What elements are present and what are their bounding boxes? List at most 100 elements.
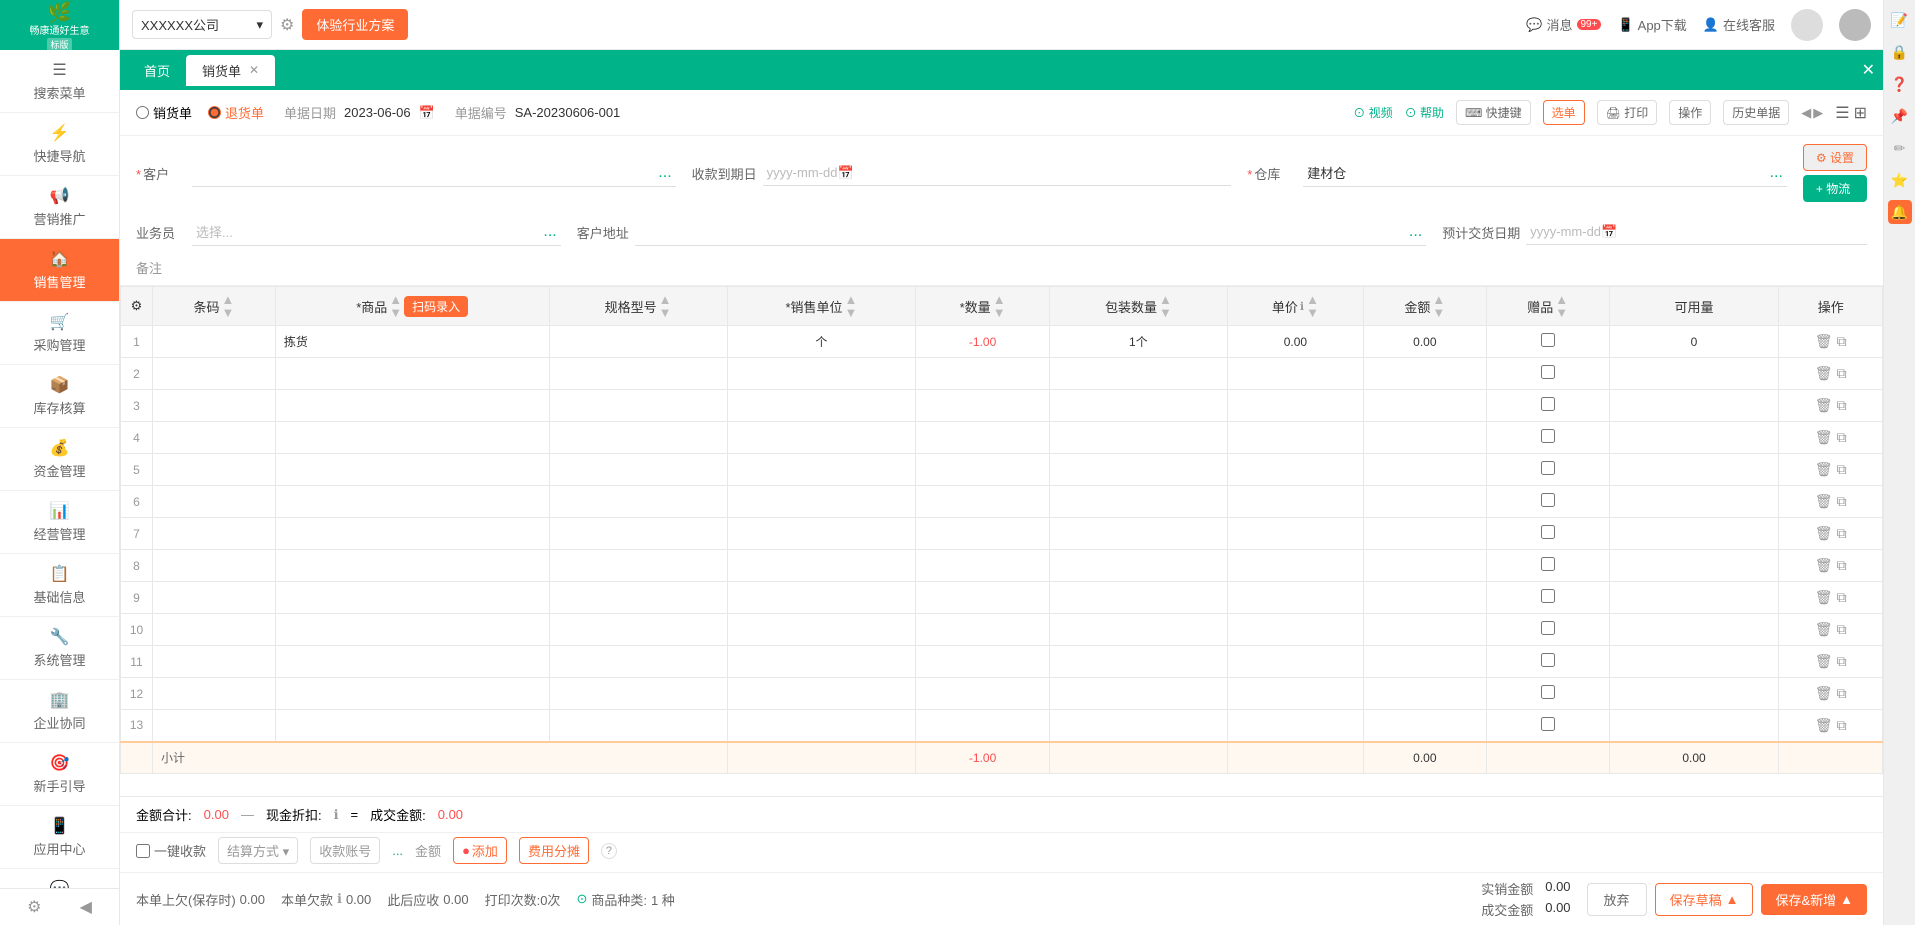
row-unit-8[interactable]: [727, 550, 916, 582]
sidebar-item-app-center[interactable]: 📱 应用中心: [0, 806, 119, 869]
row-gift-11[interactable]: [1486, 646, 1609, 678]
copy-icon-12[interactable]: ⧉: [1837, 685, 1847, 702]
delete-icon-9[interactable]: 🗑: [1815, 589, 1833, 606]
row-unit-2[interactable]: [727, 358, 916, 390]
right-panel-star-icon[interactable]: ⭐: [1888, 168, 1912, 192]
row-gift-8[interactable]: [1486, 550, 1609, 582]
unit-sort-icon[interactable]: ▲▼: [845, 293, 858, 319]
row-price-7[interactable]: [1227, 518, 1363, 550]
row-pkg-qty-7[interactable]: [1049, 518, 1227, 550]
right-panel-pin-icon[interactable]: 📌: [1888, 104, 1912, 128]
delete-icon-11[interactable]: 🗑: [1815, 653, 1833, 670]
gift-checkbox-9[interactable]: [1541, 589, 1555, 603]
row-barcode-10[interactable]: [153, 614, 276, 646]
right-panel-edit-icon[interactable]: ✏: [1888, 136, 1912, 160]
pkg-sort-icon[interactable]: ▲▼: [1159, 293, 1172, 319]
gift-checkbox-6[interactable]: [1541, 493, 1555, 507]
setup-button[interactable]: ⚙ 设置: [1803, 144, 1867, 171]
sidebar-item-operations[interactable]: 📊 经营管理: [0, 491, 119, 554]
row-quantity-2[interactable]: [916, 358, 1050, 390]
row-price-5[interactable]: [1227, 454, 1363, 486]
payment-method-select[interactable]: 结算方式 ▾: [218, 837, 298, 864]
row-quantity-7[interactable]: [916, 518, 1050, 550]
row-amount-3[interactable]: [1363, 390, 1486, 422]
row-price-1[interactable]: 0.00: [1227, 326, 1363, 358]
row-spec-4[interactable]: [549, 422, 727, 454]
shortcut-btn[interactable]: ⌨ 快捷键: [1456, 100, 1531, 125]
row-barcode-5[interactable]: [153, 454, 276, 486]
row-quantity-6[interactable]: [916, 486, 1050, 518]
salesperson-dots-icon[interactable]: ...: [543, 223, 556, 241]
row-quantity-13[interactable]: [916, 710, 1050, 742]
sidebar-settings-icon[interactable]: ⚙: [27, 897, 41, 917]
delete-icon-1[interactable]: 🗑: [1815, 333, 1833, 350]
row-product-7[interactable]: [275, 518, 549, 550]
row-gift-6[interactable]: [1486, 486, 1609, 518]
row-unit-4[interactable]: [727, 422, 916, 454]
price-sort-icon[interactable]: ▲▼: [1306, 293, 1319, 319]
gift-checkbox-4[interactable]: [1541, 429, 1555, 443]
row-product-9[interactable]: [275, 582, 549, 614]
gift-checkbox-10[interactable]: [1541, 621, 1555, 635]
delete-icon-5[interactable]: 🗑: [1815, 461, 1833, 478]
row-product-3[interactable]: [275, 390, 549, 422]
address-dots-icon[interactable]: ...: [1409, 223, 1422, 241]
radio-sales-input[interactable]: [136, 106, 149, 119]
row-amount-10[interactable]: [1363, 614, 1486, 646]
row-amount-12[interactable]: [1363, 678, 1486, 710]
row-gift-12[interactable]: [1486, 678, 1609, 710]
sidebar-collapse-icon[interactable]: ◀: [80, 897, 92, 917]
radio-return-order[interactable]: 退货单: [208, 103, 264, 122]
tab-sales-order[interactable]: 销货单 ✕: [186, 55, 275, 86]
payment-due-calendar-icon[interactable]: 📅: [837, 165, 853, 181]
row-quantity-1[interactable]: -1.00: [916, 326, 1050, 358]
row-amount-1[interactable]: 0.00: [1363, 326, 1486, 358]
delete-icon-2[interactable]: 🗑: [1815, 365, 1833, 382]
video-link[interactable]: ⊙ 视频: [1353, 104, 1392, 121]
gift-checkbox-11[interactable]: [1541, 653, 1555, 667]
row-product-4[interactable]: [275, 422, 549, 454]
gift-checkbox-5[interactable]: [1541, 461, 1555, 475]
row-quantity-4[interactable]: [916, 422, 1050, 454]
tab-close-icon[interactable]: ✕: [249, 63, 259, 77]
sidebar-item-sales[interactable]: 🏠 销售管理: [0, 239, 119, 302]
sidebar-item-base-info[interactable]: 📋 基础信息: [0, 554, 119, 617]
row-gift-1[interactable]: [1486, 326, 1609, 358]
row-pkg-qty-13[interactable]: [1049, 710, 1227, 742]
row-quantity-8[interactable]: [916, 550, 1050, 582]
sidebar-item-enterprise[interactable]: 🏢 企业协同: [0, 680, 119, 743]
trial-button[interactable]: 体验行业方案: [302, 9, 408, 40]
row-amount-8[interactable]: [1363, 550, 1486, 582]
copy-icon-13[interactable]: ⧉: [1837, 717, 1847, 734]
row-pkg-qty-2[interactable]: [1049, 358, 1227, 390]
payment-account-select[interactable]: 收款账号: [310, 837, 380, 864]
header-settings-icon[interactable]: ⚙: [280, 15, 294, 35]
amount-sort-icon[interactable]: ▲▼: [1432, 293, 1445, 319]
row-barcode-2[interactable]: [153, 358, 276, 390]
copy-icon-6[interactable]: ⧉: [1837, 493, 1847, 510]
payment-dots-icon[interactable]: ...: [392, 843, 403, 858]
row-product-2[interactable]: [275, 358, 549, 390]
delete-icon-10[interactable]: 🗑: [1815, 621, 1833, 638]
copy-icon-4[interactable]: ⧉: [1837, 429, 1847, 446]
operate-btn[interactable]: 操作: [1669, 100, 1711, 125]
row-barcode-6[interactable]: [153, 486, 276, 518]
copy-icon-7[interactable]: ⧉: [1837, 525, 1847, 542]
row-gift-7[interactable]: [1486, 518, 1609, 550]
copy-icon-1[interactable]: ⧉: [1837, 333, 1847, 350]
row-spec-7[interactable]: [549, 518, 727, 550]
sidebar-item-wechat[interactable]: 💬 企业微信: [0, 869, 119, 888]
row-unit-5[interactable]: [727, 454, 916, 486]
delete-icon-13[interactable]: 🗑: [1815, 717, 1833, 734]
right-panel-note-icon[interactable]: 📝: [1888, 8, 1912, 32]
row-price-6[interactable]: [1227, 486, 1363, 518]
row-barcode-7[interactable]: [153, 518, 276, 550]
history-btn[interactable]: 历史单据: [1723, 100, 1789, 125]
sidebar-item-guide[interactable]: 🎯 新手引导: [0, 743, 119, 806]
tab-bar-close-icon[interactable]: ✕: [1862, 60, 1875, 80]
user-avatar-2[interactable]: [1839, 9, 1871, 41]
delete-icon-12[interactable]: 🗑: [1815, 685, 1833, 702]
abandon-button[interactable]: 放弃: [1587, 883, 1647, 916]
row-spec-1[interactable]: [549, 326, 727, 358]
row-pkg-qty-9[interactable]: [1049, 582, 1227, 614]
